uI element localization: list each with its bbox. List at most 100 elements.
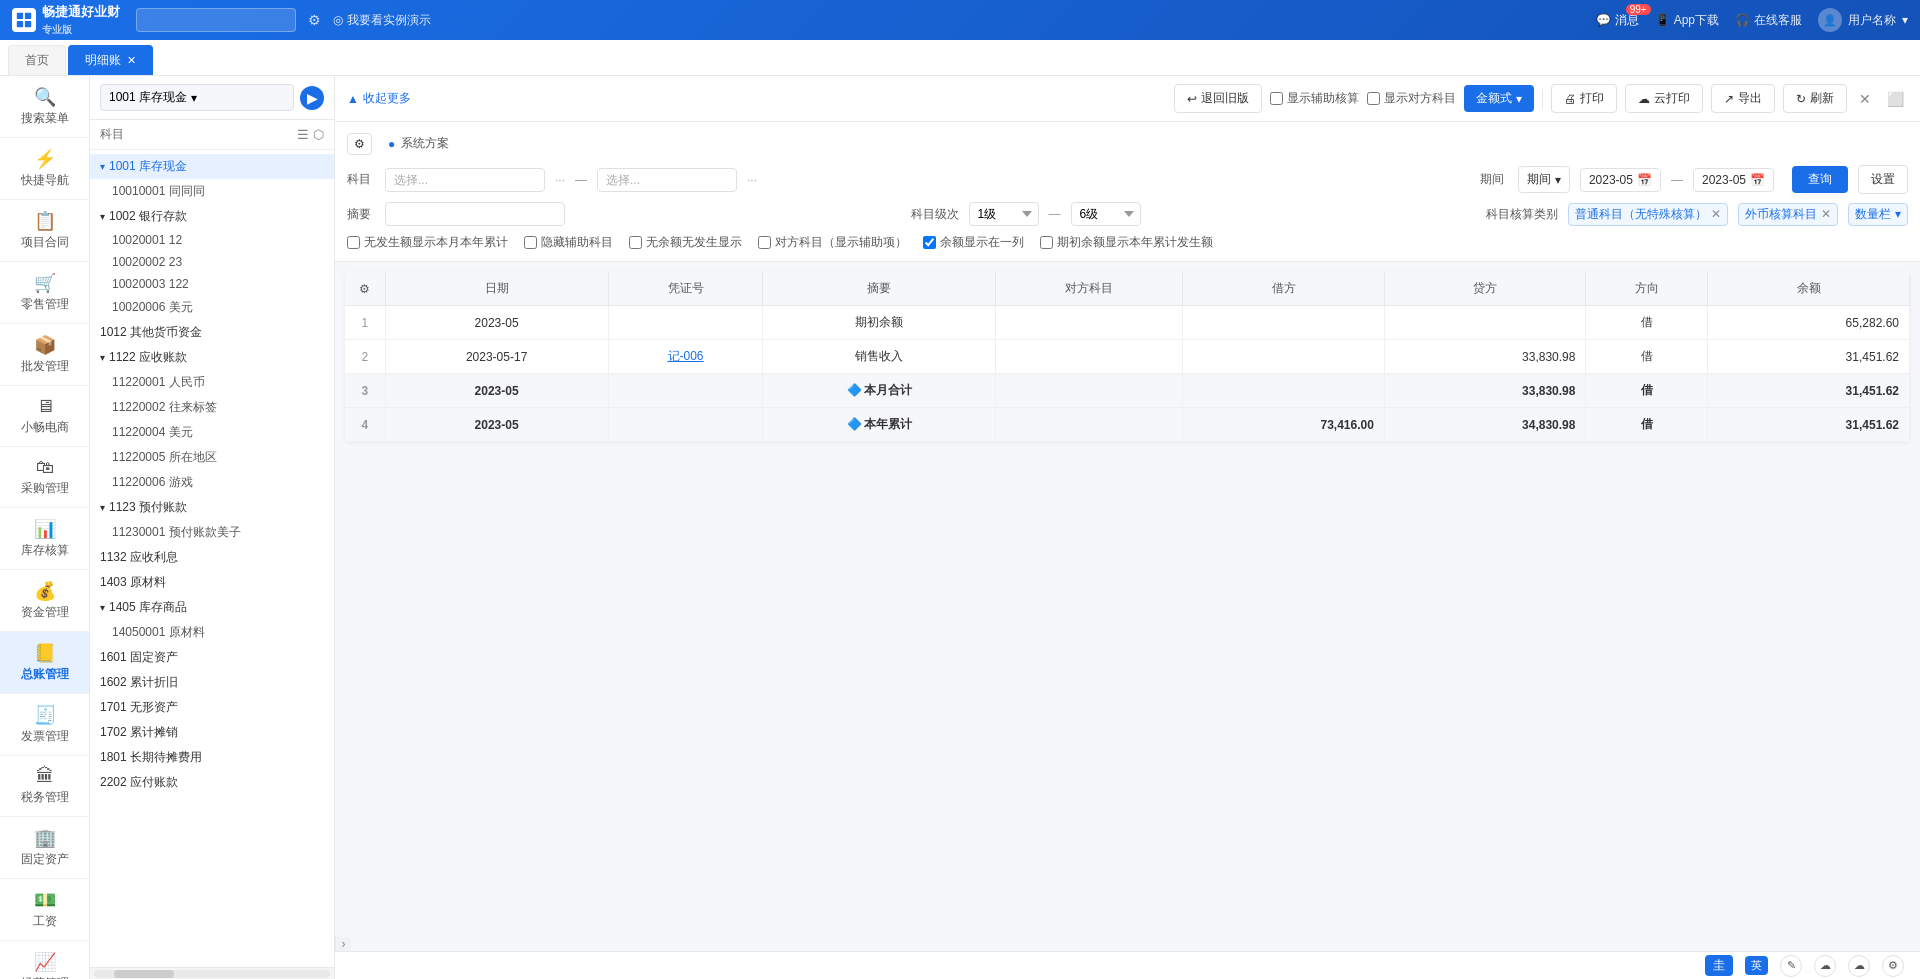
check-show-contra[interactable]: 对方科目（显示辅助项）: [758, 234, 907, 251]
right-collapse-btn[interactable]: ›: [335, 937, 351, 951]
user-menu[interactable]: 👤 用户名称 ▾: [1818, 8, 1908, 32]
check-hide-aux-input[interactable]: [524, 236, 537, 249]
tree-item-11220006[interactable]: 11220006 游戏: [90, 470, 334, 495]
edit-icon-btn[interactable]: ✎: [1780, 955, 1802, 977]
check-type-tag-foreign-close-icon[interactable]: ✕: [1821, 207, 1831, 221]
sidebar-item-invoice[interactable]: 🧾 发票管理: [0, 694, 89, 756]
tab-home[interactable]: 首页: [8, 45, 66, 75]
sidebar-item-tax[interactable]: 🏛 税务管理: [0, 756, 89, 817]
subject-to-input[interactable]: [597, 168, 737, 192]
tree-item-1123[interactable]: ▾ 1123 预付账款: [90, 495, 334, 520]
check-no-balance-input[interactable]: [347, 236, 360, 249]
tree-item-1122[interactable]: ▾ 1122 应收账款: [90, 345, 334, 370]
maximize-btn[interactable]: ⬜: [1883, 91, 1908, 107]
tree-item-1405[interactable]: ▾ 1405 库存商品: [90, 595, 334, 620]
check-opening-input[interactable]: [1040, 236, 1053, 249]
level-to-select[interactable]: 6级1级2级3级4级5级: [1071, 202, 1141, 226]
sidebar-item-business[interactable]: 📈 经营管理: [0, 941, 89, 979]
account-selector[interactable]: 1001 库存现金 ▾: [100, 84, 294, 111]
sidebar-item-retail[interactable]: 🛒 零售管理: [0, 262, 89, 324]
tree-item-1602[interactable]: 1602 累计折旧: [90, 670, 334, 695]
sidebar-item-purchase[interactable]: 🛍 采购管理: [0, 447, 89, 508]
tree-item-10020002[interactable]: 10020002 23: [90, 251, 334, 273]
settings-gear-icon[interactable]: ⚙: [308, 12, 321, 28]
qty-tag[interactable]: 数量栏 ▾: [1848, 203, 1908, 226]
tree-item-1132[interactable]: 1132 应收利息: [90, 545, 334, 570]
cloud-sync-icon-btn[interactable]: ☁: [1814, 955, 1836, 977]
tree-item-1012[interactable]: 1012 其他货币资金: [90, 320, 334, 345]
demo-link[interactable]: ◎ 我要看实例演示: [333, 12, 431, 29]
tree-item-1403[interactable]: 1403 原材料: [90, 570, 334, 595]
show-contra-checkbox[interactable]: [1367, 92, 1380, 105]
settings-btn[interactable]: 设置: [1858, 165, 1908, 194]
period-type-selector[interactable]: 期间 ▾: [1518, 166, 1570, 193]
check-balance-col-input[interactable]: [923, 236, 936, 249]
sidebar-item-inventory[interactable]: 📊 库存核算: [0, 508, 89, 570]
export-btn[interactable]: ↗ 导出: [1711, 84, 1775, 113]
left-panel-hscroll[interactable]: [90, 967, 334, 979]
check-no-zero-input[interactable]: [629, 236, 642, 249]
status-btn-round-main[interactable]: 圭: [1705, 955, 1733, 976]
close-panel-btn[interactable]: ✕: [1855, 91, 1875, 107]
cloud-print-btn[interactable]: ☁ 云打印: [1625, 84, 1703, 113]
account-confirm-btn[interactable]: ▶: [300, 86, 324, 110]
sidebar-item-search[interactable]: 🔍 搜索菜单: [0, 76, 89, 138]
sidebar-item-ledger[interactable]: 📒 总账管理: [0, 632, 89, 694]
check-show-contra-input[interactable]: [758, 236, 771, 249]
level-from-select[interactable]: 1级2级3级4级5级6级: [969, 202, 1039, 226]
check-hide-aux[interactable]: 隐藏辅助科目: [524, 234, 613, 251]
tree-item-1702[interactable]: 1702 累计摊销: [90, 720, 334, 745]
sidebar-item-project[interactable]: 📋 项目合同: [0, 200, 89, 262]
tab-detail-close-icon[interactable]: ✕: [127, 55, 136, 66]
tree-item-1601[interactable]: 1601 固定资产: [90, 645, 334, 670]
show-contra-check[interactable]: 显示对方科目: [1367, 90, 1456, 107]
print-btn[interactable]: 🖨 打印: [1551, 84, 1617, 113]
refresh-btn[interactable]: ↻ 刷新: [1783, 84, 1847, 113]
check-no-zero[interactable]: 无余额无发生显示: [629, 234, 742, 251]
tree-item-11230001[interactable]: 11230001 预付账款美子: [90, 520, 334, 545]
show-aux-checkbox[interactable]: [1270, 92, 1283, 105]
tree-item-1701[interactable]: 1701 无形资产: [90, 695, 334, 720]
sidebar-item-wholesale[interactable]: 📦 批发管理: [0, 324, 89, 386]
tree-item-1002[interactable]: ▾ 1002 银行存款: [90, 204, 334, 229]
tab-detail[interactable]: 明细账 ✕: [68, 45, 153, 75]
tree-item-1001[interactable]: ▾ 1001 库存现金: [90, 154, 334, 179]
settings-icon-btn[interactable]: ⚙: [1882, 955, 1904, 977]
tree-item-10020001[interactable]: 10020001 12: [90, 229, 334, 251]
tree-item-11220001[interactable]: 11220001 人民币: [90, 370, 334, 395]
message-btn[interactable]: 💬 消息 99+: [1596, 12, 1639, 29]
amount-format-btn[interactable]: 金额式 ▾: [1464, 85, 1534, 112]
filter-settings-icon-btn[interactable]: ⚙: [347, 133, 372, 155]
tree-item-2202[interactable]: 2202 应付账款: [90, 770, 334, 795]
subject-input[interactable]: [385, 168, 545, 192]
check-balance-col[interactable]: 余额显示在一列: [923, 234, 1024, 251]
tree-item-11220002[interactable]: 11220002 往来标签: [90, 395, 334, 420]
topbar-search-input[interactable]: [136, 8, 296, 32]
voucher-link[interactable]: 记-006: [668, 349, 704, 363]
col-settings[interactable]: ⚙: [345, 272, 385, 306]
row-2-voucher[interactable]: 记-006: [608, 340, 763, 374]
lang-btn[interactable]: 英: [1745, 956, 1768, 975]
check-type-tag-normal[interactable]: 普通科目（无特殊核算） ✕: [1568, 203, 1728, 226]
tree-item-14050001[interactable]: 14050001 原材料: [90, 620, 334, 645]
cloud2-icon-btn[interactable]: ☁: [1848, 955, 1870, 977]
tree-item-10020006[interactable]: 10020006 美元: [90, 295, 334, 320]
sidebar-item-fixed[interactable]: 🏢 固定资产: [0, 817, 89, 879]
sidebar-item-quicknav[interactable]: ⚡ 快捷导航: [0, 138, 89, 200]
collapse-filter-btn[interactable]: ▲ 收起更多: [347, 90, 411, 107]
filter-scheme[interactable]: ● 系统方案: [380, 132, 457, 155]
check-type-tag-foreign[interactable]: 外币核算科目 ✕: [1738, 203, 1838, 226]
tree-item-10020003[interactable]: 10020003 122: [90, 273, 334, 295]
sidebar-item-ecommerce[interactable]: 🖥 小畅电商: [0, 386, 89, 447]
list-view-icon[interactable]: ☰: [297, 127, 309, 142]
sidebar-item-capital[interactable]: 💰 资金管理: [0, 570, 89, 632]
tree-item-10010001[interactable]: 10010001 同同同: [90, 179, 334, 204]
tree-item-11220004[interactable]: 11220004 美元: [90, 420, 334, 445]
online-service-btn[interactable]: 🎧 在线客服: [1735, 12, 1802, 29]
app-download-btn[interactable]: 📱 App下载: [1655, 12, 1719, 29]
main-round-btn[interactable]: 圭: [1705, 955, 1733, 976]
show-aux-check[interactable]: 显示辅助核算: [1270, 90, 1359, 107]
back-old-btn[interactable]: ↩ 退回旧版: [1174, 84, 1262, 113]
check-opening[interactable]: 期初余额显示本年累计发生额: [1040, 234, 1213, 251]
tree-item-1801[interactable]: 1801 长期待摊费用: [90, 745, 334, 770]
